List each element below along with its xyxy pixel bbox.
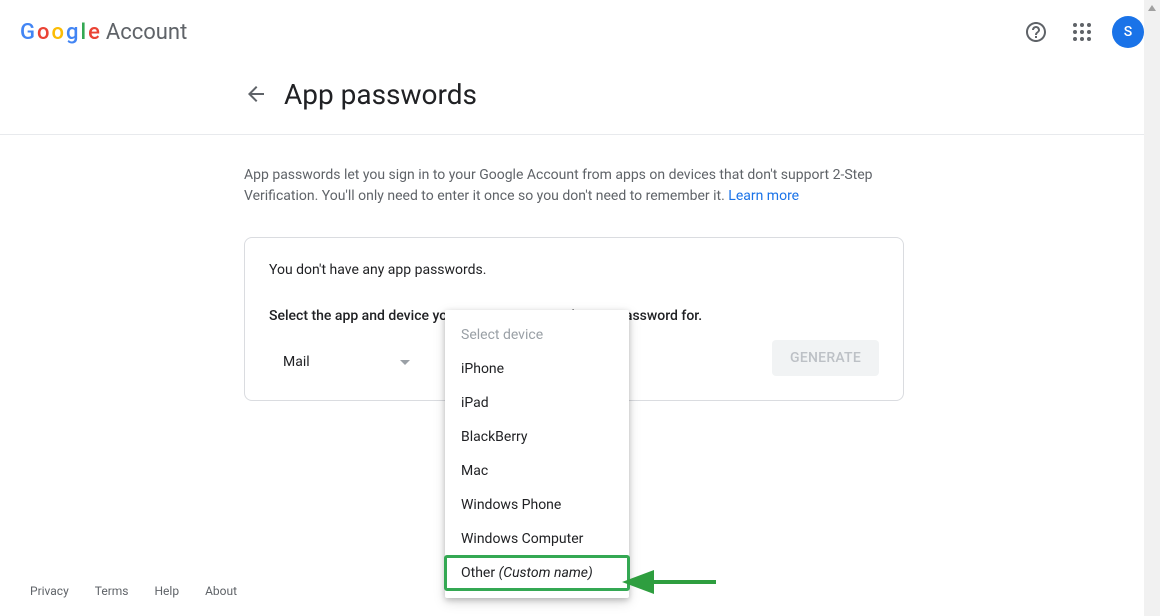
apps-grid-icon[interactable] (1062, 12, 1102, 52)
chevron-down-icon (400, 360, 410, 365)
dropdown-placeholder: Select device (445, 318, 629, 352)
back-button[interactable] (236, 74, 276, 114)
footer-link-help[interactable]: Help (155, 584, 180, 598)
footer-link-terms[interactable]: Terms (95, 584, 129, 598)
dropdown-option-ipad[interactable]: iPad (445, 386, 629, 420)
dropdown-option-mac[interactable]: Mac (445, 454, 629, 488)
footer-link-privacy[interactable]: Privacy (30, 584, 69, 598)
app-select[interactable]: Mail (283, 348, 410, 376)
generate-button[interactable]: GENERATE (772, 340, 879, 376)
dropdown-option-other[interactable]: Other (Custom name) (445, 556, 629, 590)
google-logo: Google Account (20, 20, 187, 45)
arrow-back-icon (244, 82, 268, 106)
learn-more-link[interactable]: Learn more (728, 188, 799, 204)
page-title: App passwords (284, 78, 477, 111)
avatar[interactable]: S (1112, 16, 1144, 48)
dropdown-option-iphone[interactable]: iPhone (445, 352, 629, 386)
logo-letter: l (80, 20, 86, 45)
header: Google Account S (0, 0, 1160, 64)
footer-link-about[interactable]: About (205, 584, 237, 598)
page-description: App passwords let you sign in to your Go… (0, 135, 900, 207)
scrollbar-track[interactable] (1144, 0, 1160, 616)
dropdown-option-blackberry[interactable]: BlackBerry (445, 420, 629, 454)
annotation-arrow-icon (638, 572, 718, 596)
logo-letter: o (37, 20, 49, 45)
logo-letter: G (20, 20, 35, 45)
device-dropdown: Select device iPhone iPad BlackBerry Mac… (445, 310, 629, 598)
title-row: App passwords (0, 64, 1144, 134)
logo-letter: e (88, 20, 100, 45)
help-icon[interactable] (1016, 12, 1056, 52)
dropdown-option-windows-phone[interactable]: Windows Phone (445, 488, 629, 522)
footer: Privacy Terms Help About (30, 584, 237, 598)
app-select-value: Mail (283, 354, 310, 370)
logo-letter: o (51, 20, 63, 45)
dropdown-option-windows-computer[interactable]: Windows Computer (445, 522, 629, 556)
avatar-initial: S (1124, 24, 1132, 40)
no-passwords-message: You don't have any app passwords. (269, 262, 879, 278)
scrollbar-up-icon[interactable] (1144, 0, 1160, 16)
account-label: Account (106, 20, 187, 45)
logo-letter: g (66, 20, 78, 45)
